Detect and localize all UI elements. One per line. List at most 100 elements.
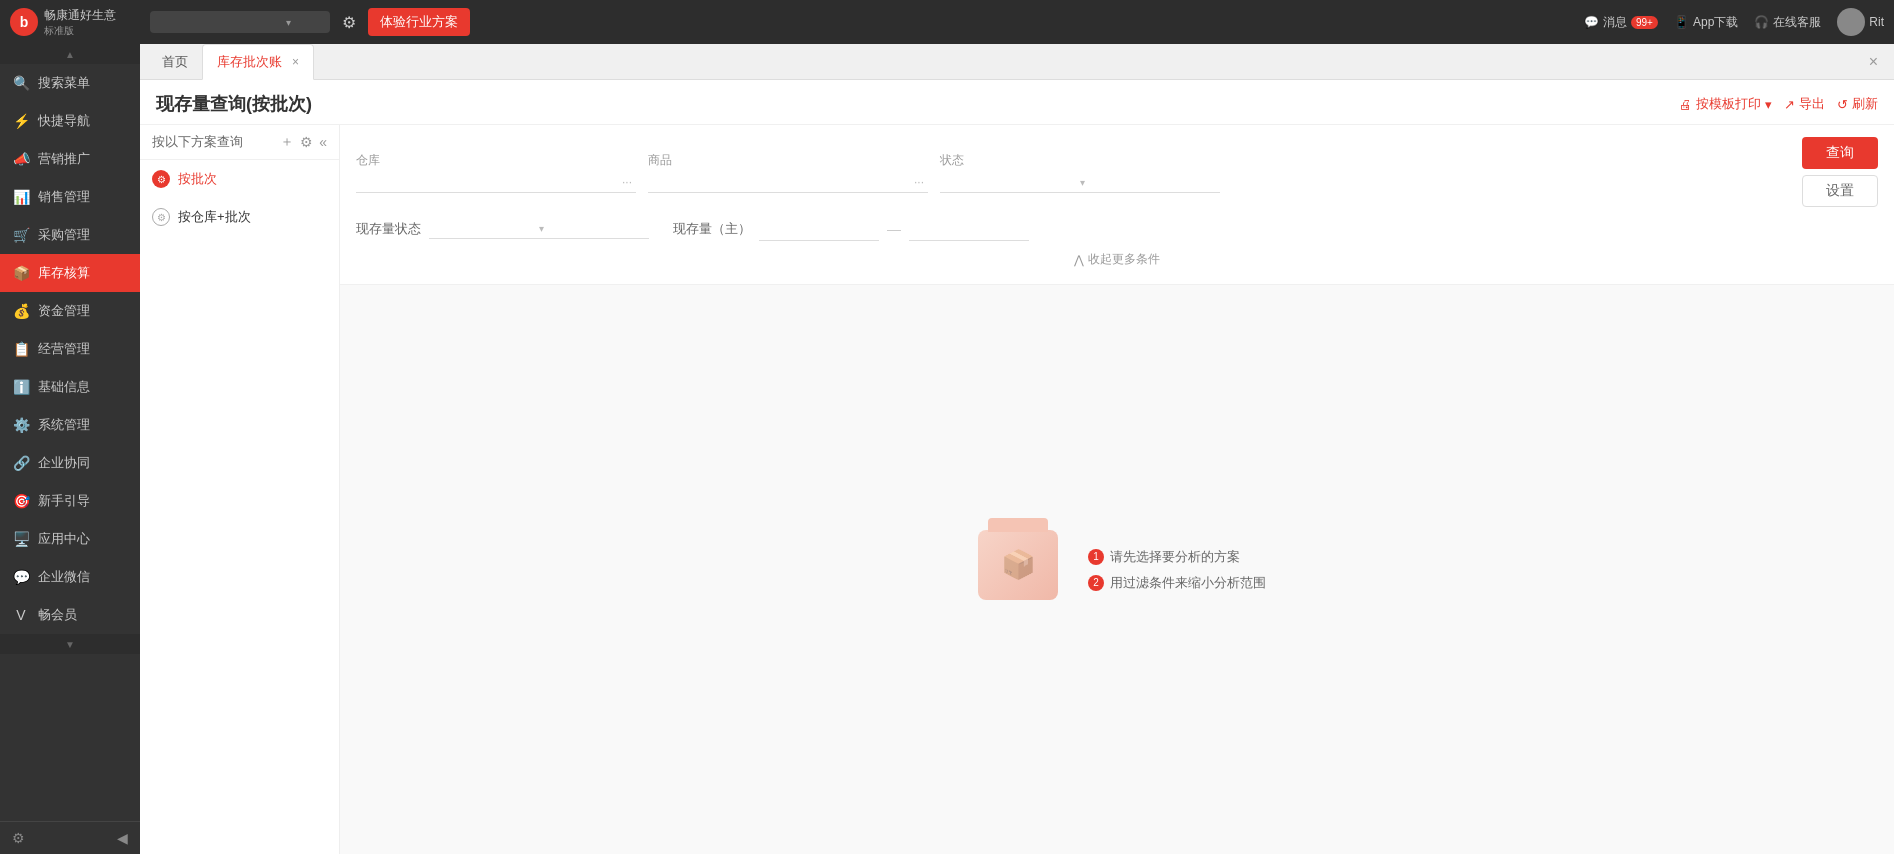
tab-home[interactable]: 首页 [148, 45, 202, 79]
product-filter: 商品 ··· [648, 152, 928, 193]
panel-close-button[interactable]: × [1861, 53, 1886, 71]
sidebar-item-marketing[interactable]: 📣 营销推广 [0, 140, 140, 178]
export-action[interactable]: ↗ 导出 [1784, 95, 1825, 113]
sidebar-collapse-icon[interactable]: ◀ [117, 830, 128, 846]
trial-button[interactable]: 体验行业方案 [368, 8, 470, 36]
sidebar-item-vip[interactable]: V 畅会员 [0, 596, 140, 634]
sidebar-item-label: 搜索菜单 [38, 74, 90, 92]
print-icon: 🖨 [1679, 97, 1692, 112]
sidebar-item-label: 新手引导 [38, 492, 90, 510]
sidebar-item-search[interactable]: 🔍 搜索菜单 [0, 64, 140, 102]
sidebar-item-sales[interactable]: 📊 销售管理 [0, 178, 140, 216]
sidebar-settings-icon[interactable]: ⚙ [12, 830, 25, 846]
wechat-icon: 💬 [12, 568, 30, 586]
empty-illustration: 📦 [968, 520, 1068, 620]
status-dropdown-icon[interactable]: ▾ [1080, 177, 1212, 188]
search-dropdown-icon[interactable]: ▾ [286, 17, 291, 28]
purchase-icon: 🛒 [12, 226, 30, 244]
sidebar-item-finance[interactable]: 💰 资金管理 [0, 292, 140, 330]
status-select[interactable]: ▾ [940, 173, 1220, 193]
sidebar-item-app-center[interactable]: 🖥️ 应用中心 [0, 520, 140, 558]
app-download-item[interactable]: 📱 App下载 [1674, 14, 1738, 31]
tip-num-1: 1 [1088, 549, 1104, 565]
tip-num-2: 2 [1088, 575, 1104, 591]
product-more-icon[interactable]: ··· [914, 175, 924, 189]
message-icon: 💬 [1584, 15, 1599, 29]
search-input[interactable] [160, 15, 280, 29]
warehouse-filter: 仓库 ··· [356, 152, 636, 193]
plan-item-by-warehouse-batch[interactable]: ⚙ 按仓库+批次 [140, 198, 339, 236]
tab-close-icon[interactable]: × [292, 55, 299, 69]
sidebar-item-wechat[interactable]: 💬 企业微信 [0, 558, 140, 596]
stock-amount-from-input[interactable] [759, 217, 879, 241]
logo-icon: b [10, 8, 38, 36]
messages-badge: 99+ [1631, 16, 1658, 29]
print-action[interactable]: 🖨 按模板打印 ▾ [1679, 95, 1772, 113]
body-split: 按以下方案查询 ＋ ⚙ « ⚙ 按批次 ⚙ 按仓库+批次 [140, 125, 1894, 854]
main-layout: ▲ 🔍 搜索菜单 ⚡ 快捷导航 📣 营销推广 📊 销售管理 🛒 采购管理 📦 库… [0, 44, 1894, 854]
sidebar-item-newbie[interactable]: 🎯 新手引导 [0, 482, 140, 520]
tip-text-1: 请先选择要分析的方案 [1110, 548, 1240, 566]
user-item[interactable]: Rit [1837, 8, 1884, 36]
tab-home-label: 首页 [162, 53, 188, 71]
messages-item[interactable]: 💬 消息 99+ [1584, 14, 1658, 31]
stock-amount-to-input[interactable] [909, 217, 1029, 241]
plan-settings-icon[interactable]: ⚙ [300, 134, 313, 150]
page-title: 现存量查询(按批次) [156, 92, 312, 116]
action-buttons: 查询 设置 [1802, 137, 1878, 207]
chevron-up-icon: ⋀ [1074, 253, 1084, 267]
search-container[interactable]: ▾ [150, 11, 330, 33]
sidebar-item-operations[interactable]: 📋 经营管理 [0, 330, 140, 368]
newbie-icon: 🎯 [12, 492, 30, 510]
stock-status-select[interactable]: ▾ [429, 219, 649, 239]
status-filter: 状态 ▾ [940, 152, 1220, 193]
plan-item-by-batch[interactable]: ⚙ 按批次 [140, 160, 339, 198]
sidebar-item-purchase[interactable]: 🛒 采购管理 [0, 216, 140, 254]
sidebar-scroll-down[interactable]: ▼ [0, 634, 140, 654]
collapse-more[interactable]: ⋀ 收起更多条件 [356, 247, 1878, 272]
app-center-icon: 🖥️ [12, 530, 30, 548]
app-edition: 标准版 [44, 24, 116, 38]
refresh-action[interactable]: ↺ 刷新 [1837, 95, 1878, 113]
stock-amount-filter: 现存量（主） — [673, 217, 1029, 241]
left-panel: 按以下方案查询 ＋ ⚙ « ⚙ 按批次 ⚙ 按仓库+批次 [140, 125, 340, 854]
basic-info-icon: ℹ️ [12, 378, 30, 396]
query-button[interactable]: 查询 [1802, 137, 1878, 169]
sidebar-item-label: 系统管理 [38, 416, 90, 434]
sidebar-scroll-up[interactable]: ▲ [0, 44, 140, 64]
online-support-item[interactable]: 🎧 在线客服 [1754, 14, 1821, 31]
sidebar-item-inventory[interactable]: 📦 库存核算 [0, 254, 140, 292]
collapse-panel-icon[interactable]: « [319, 134, 327, 150]
warehouse-more-icon[interactable]: ··· [622, 175, 632, 189]
sidebar-item-system[interactable]: ⚙️ 系统管理 [0, 406, 140, 444]
sidebar-item-basic-info[interactable]: ℹ️ 基础信息 [0, 368, 140, 406]
phone-icon: 📱 [1674, 15, 1689, 29]
sidebar-item-quick-nav[interactable]: ⚡ 快捷导航 [0, 102, 140, 140]
tab-inventory-batch[interactable]: 库存批次账 × [202, 44, 314, 80]
warehouse-input[interactable] [360, 175, 622, 190]
sidebar-item-label: 企业协同 [38, 454, 90, 472]
filter-row-1: 仓库 ··· 商品 ··· [356, 137, 1878, 207]
stock-status-label: 现存量状态 [356, 220, 421, 238]
sidebar-item-label: 库存核算 [38, 264, 90, 282]
settings-button[interactable]: 设置 [1802, 175, 1878, 207]
empty-box: 📦 [978, 530, 1058, 600]
filter-row-2: 现存量状态 ▾ 现存量（主） — [356, 217, 1878, 241]
add-plan-icon[interactable]: ＋ [280, 133, 294, 151]
filter-area: 仓库 ··· 商品 ··· [340, 125, 1894, 285]
product-input[interactable] [652, 175, 914, 190]
print-dropdown-icon[interactable]: ▾ [1765, 97, 1772, 112]
stock-status-filter: 现存量状态 ▾ [356, 219, 649, 239]
sidebar-item-enterprise[interactable]: 🔗 企业协同 [0, 444, 140, 482]
empty-tips: 1 请先选择要分析的方案 2 用过滤条件来缩小分析范围 [1088, 548, 1266, 592]
refresh-label: 刷新 [1852, 95, 1878, 113]
product-input-container[interactable]: ··· [648, 173, 928, 193]
stock-status-dropdown-icon[interactable]: ▾ [539, 223, 641, 234]
headset-icon: 🎧 [1754, 15, 1769, 29]
tab-inventory-batch-label: 库存批次账 [217, 53, 282, 71]
sales-icon: 📊 [12, 188, 30, 206]
warehouse-input-container[interactable]: ··· [356, 173, 636, 193]
sidebar: ▲ 🔍 搜索菜单 ⚡ 快捷导航 📣 营销推广 📊 销售管理 🛒 采购管理 📦 库… [0, 44, 140, 854]
content-area: 首页 库存批次账 × × 现存量查询(按批次) 🖨 按模板打印 ▾ [140, 44, 1894, 854]
settings-icon[interactable]: ⚙ [338, 9, 360, 36]
